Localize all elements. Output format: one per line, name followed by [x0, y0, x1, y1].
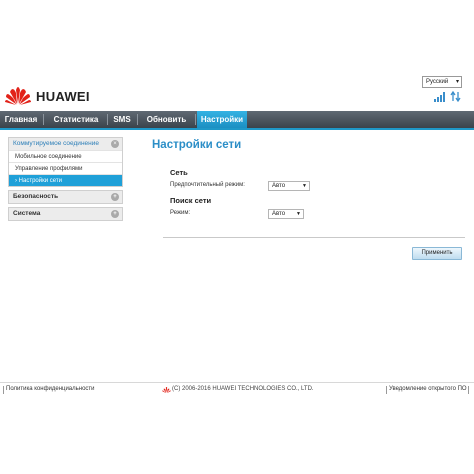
sidebar-item-network-settings[interactable]: › Настройки сети	[9, 174, 122, 186]
huawei-logo	[5, 87, 31, 105]
footer-separator	[386, 386, 387, 394]
sidebar-group-header[interactable]: Коммутируемое соединение ×	[9, 138, 122, 150]
content-divider	[163, 237, 465, 238]
data-transfer-icon	[450, 91, 461, 102]
search-mode-value: Авто	[272, 211, 286, 217]
main-nav: Главная Статистика SMS Обновить Настройк…	[0, 111, 474, 130]
chevron-down-icon: ▼	[302, 183, 307, 189]
open-source-notice-link[interactable]: Уведомление открытого ПО	[389, 386, 467, 392]
section-title-network-search: Поиск сети	[170, 196, 212, 205]
sidebar-group-label: Безопасность	[13, 193, 59, 200]
nav-separator	[107, 114, 108, 125]
footer-separator	[3, 386, 4, 394]
sidebar-group-label: Система	[13, 210, 41, 217]
status-icons	[434, 90, 464, 104]
huawei-logo-small	[162, 387, 171, 393]
sidebar-group-dialup: Коммутируемое соединение × Мобильное сое…	[8, 137, 123, 187]
nav-update[interactable]: Обновить	[140, 111, 193, 128]
nav-sms[interactable]: SMS	[110, 111, 134, 128]
expand-icon[interactable]: +	[111, 193, 119, 201]
nav-statistics[interactable]: Статистика	[46, 111, 106, 128]
language-select-value: Русский	[426, 79, 449, 85]
sidebar-item-profile-management[interactable]: Управление профилями	[9, 162, 122, 174]
settings-sidebar: Коммутируемое соединение × Мобильное сое…	[8, 137, 123, 224]
preferred-mode-value: Авто	[272, 183, 286, 189]
nav-separator	[43, 114, 44, 125]
sidebar-group-header[interactable]: Система +	[9, 208, 122, 220]
signal-icon	[434, 92, 445, 102]
footer-divider	[0, 382, 474, 383]
nav-home[interactable]: Главная	[0, 111, 42, 128]
sidebar-group-system: Система +	[8, 207, 123, 221]
preferred-mode-label: Предпочтительный режим:	[170, 182, 245, 188]
language-select[interactable]: Русский ▾	[422, 76, 462, 88]
copyright-text: (C) 2006-2016 HUAWEI TECHNOLOGIES CO., L…	[172, 386, 314, 392]
preferred-mode-select[interactable]: Авто ▼	[268, 181, 310, 191]
chevron-down-icon: ▼	[296, 211, 301, 217]
nav-separator	[195, 114, 196, 125]
sidebar-group-label: Коммутируемое соединение	[13, 140, 99, 147]
footer-separator	[468, 386, 469, 394]
nav-settings[interactable]: Настройки	[197, 111, 247, 128]
search-mode-label: Режим:	[170, 210, 191, 216]
search-mode-select[interactable]: Авто ▼	[268, 209, 304, 219]
sidebar-group-security: Безопасность +	[8, 190, 123, 204]
page-title: Настройки сети	[152, 139, 242, 151]
expand-icon[interactable]: +	[111, 210, 119, 218]
collapse-icon[interactable]: ×	[111, 140, 119, 148]
apply-button[interactable]: Применить	[412, 247, 462, 260]
sidebar-item-mobile-connection[interactable]: Мобильное соединение	[9, 150, 122, 162]
sidebar-group-header[interactable]: Безопасность +	[9, 191, 122, 203]
brand-name: HUAWEI	[36, 89, 90, 104]
section-title-network: Сеть	[170, 168, 188, 177]
privacy-policy-link[interactable]: Политика конфиденциальности	[6, 386, 95, 392]
nav-separator	[137, 114, 138, 125]
chevron-down-icon: ▾	[455, 79, 459, 85]
